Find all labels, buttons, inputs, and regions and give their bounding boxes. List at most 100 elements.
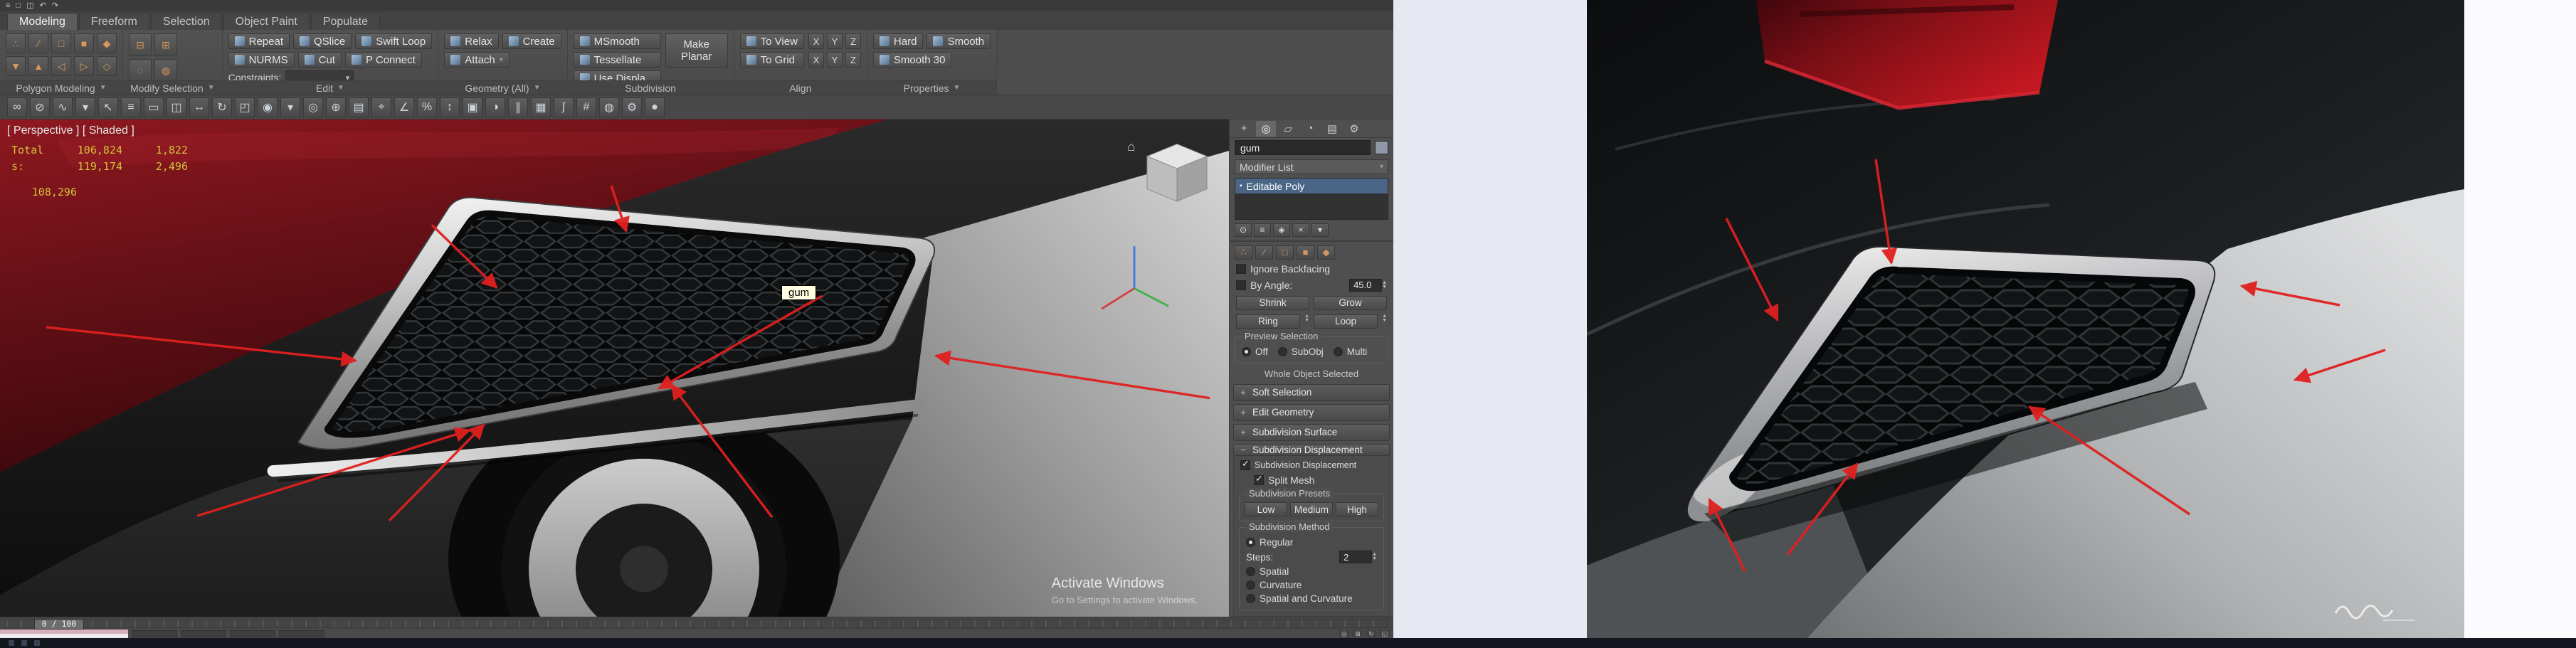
symmetry-tools-icon[interactable]: ◇ <box>97 56 117 76</box>
msmooth-button[interactable]: MSmooth <box>573 33 661 49</box>
orbit-icon[interactable]: ↻ <box>1366 630 1377 637</box>
method-spatial-radio[interactable] <box>1246 567 1255 576</box>
border-icon[interactable]: □ <box>1276 245 1294 260</box>
taskbar[interactable] <box>0 638 2576 648</box>
app-menu-icon[interactable]: ≡ <box>6 1 10 10</box>
swift-loop-button[interactable]: Swift Loop <box>355 33 433 49</box>
by-angle-spinner[interactable]: 45.0 ▲ ▼ <box>1349 278 1387 292</box>
method-spatial-curvature-radio[interactable] <box>1246 594 1255 603</box>
tab-populate[interactable]: Populate <box>310 13 380 30</box>
window-crossing-icon[interactable]: ◫ <box>167 97 186 117</box>
align-x2-button[interactable]: X <box>808 52 824 68</box>
reference-coordinate-icon[interactable]: ▾ <box>280 97 300 117</box>
select-and-rotate-icon[interactable]: ↻ <box>212 97 232 117</box>
collapse-stack-icon[interactable]: ◁ <box>51 56 71 76</box>
group-label-polygon-modeling[interactable]: Polygon Modeling ▼ <box>0 80 122 95</box>
display-tab-icon[interactable]: ▤ <box>1322 121 1342 137</box>
ring-spinner-icon[interactable]: ▲ ▼ <box>1304 314 1309 329</box>
preset-low-button[interactable]: Low <box>1245 502 1287 516</box>
use-pivot-center-icon[interactable]: ◎ <box>303 97 323 117</box>
polygon-icon[interactable]: ■ <box>1297 245 1314 260</box>
spinner-arrows-icon[interactable]: ▲ ▼ <box>1372 552 1377 561</box>
method-curvature-radio[interactable] <box>1246 580 1255 590</box>
viewcube[interactable] <box>1146 143 1208 202</box>
align-icon[interactable]: ∥ <box>508 97 528 117</box>
steps-spinner[interactable]: 2 ▲ ▼ <box>1339 551 1377 563</box>
use-displacement-button[interactable]: Use Displa... <box>573 70 661 80</box>
constraints-dropdown[interactable]: ▾ <box>285 70 354 80</box>
configure-sets-icon[interactable]: ▾ <box>1311 223 1329 237</box>
relax-button[interactable]: Relax <box>444 33 499 49</box>
render-icon[interactable]: ● <box>645 97 665 117</box>
split-mesh-checkbox[interactable] <box>1254 473 1264 485</box>
save-icon[interactable]: ◫ <box>26 1 33 10</box>
ring-button[interactable]: Ring <box>1236 314 1301 329</box>
unlink-selection-icon[interactable]: ⊘ <box>30 97 50 117</box>
utilities-tab-icon[interactable]: ⚙ <box>1344 121 1364 137</box>
scene-explorer-icon[interactable]: ▦ <box>531 97 551 117</box>
modifier-stack[interactable]: ▪ Editable Poly <box>1235 178 1388 220</box>
taskbar-item[interactable] <box>34 640 40 646</box>
group-label-align[interactable]: Align <box>734 80 867 95</box>
preview-multi-radio[interactable] <box>1333 346 1343 356</box>
polygon-mode-icon[interactable]: ■ <box>74 33 94 53</box>
select-and-link-icon[interactable]: ∞ <box>7 97 27 117</box>
align-z-button[interactable]: Z <box>845 33 861 49</box>
percent-snap-icon[interactable]: % <box>417 97 437 117</box>
element-icon[interactable]: ◆ <box>1317 245 1335 260</box>
element-mode-icon[interactable]: ◆ <box>97 33 117 53</box>
paint-connect-button[interactable]: P Connect <box>344 52 422 68</box>
select-by-name-icon[interactable]: ≡ <box>121 97 141 117</box>
edge-mode-icon[interactable]: ∕ <box>28 33 48 53</box>
named-selection-icon[interactable]: ▣ <box>463 97 482 117</box>
select-and-scale-icon[interactable]: ◰ <box>235 97 255 117</box>
redo-icon[interactable]: ↷ <box>52 1 58 10</box>
hard-button[interactable]: Hard <box>872 33 924 49</box>
vertex-icon[interactable]: ∴ <box>1235 245 1252 260</box>
new-file-icon[interactable]: □ <box>16 1 21 10</box>
select-and-move-icon[interactable]: ↔ <box>189 97 209 117</box>
loop-button[interactable]: Loop <box>1314 314 1378 329</box>
align-to-grid-button[interactable]: To Grid <box>739 52 804 68</box>
align-z2-button[interactable]: Z <box>845 52 861 68</box>
by-angle-checkbox[interactable] <box>1236 280 1246 290</box>
tab-modeling[interactable]: Modeling <box>7 13 78 30</box>
qslice-button[interactable]: QSlice <box>293 33 352 49</box>
timeline-track[interactable]: 0 / 100 <box>6 618 1388 630</box>
preset-high-button[interactable]: High <box>1336 502 1378 516</box>
coordinate-x-field[interactable] <box>181 630 226 637</box>
modify-tab-icon[interactable]: ◎ <box>1256 120 1276 137</box>
smooth-30-button[interactable]: Smooth 30 <box>872 52 952 68</box>
vertex-mode-icon[interactable]: ∴ <box>6 33 26 53</box>
create-button[interactable]: Create <box>502 33 561 49</box>
modifier-stack-item[interactable]: ▪ Editable Poly <box>1235 179 1388 193</box>
nurms-toggle-button[interactable]: NURMS <box>228 52 295 68</box>
border-mode-icon[interactable]: □ <box>51 33 71 53</box>
selection-filter-icon[interactable]: ▾ <box>75 97 95 117</box>
smooth-button[interactable]: Smooth <box>927 33 991 49</box>
undo-icon[interactable]: ↶ <box>39 1 46 10</box>
grow-button[interactable]: Grow <box>1314 295 1387 310</box>
rollout-header-subdivision-displacement[interactable]: − Subdivision Displacement <box>1233 443 1390 456</box>
make-planar-button[interactable]: Make Planar <box>665 33 728 68</box>
preset-medium-button[interactable]: Medium <box>1290 502 1333 516</box>
mirror-icon[interactable]: ◑ <box>485 97 505 117</box>
time-slider-handle[interactable]: 0 / 100 <box>33 618 85 630</box>
hierarchy-tab-icon[interactable]: ▱ <box>1278 121 1298 137</box>
generate-topology-icon[interactable]: ▷ <box>74 56 94 76</box>
select-and-place-icon[interactable]: ◉ <box>258 97 278 117</box>
preview-subobj-radio[interactable] <box>1277 346 1287 356</box>
taskbar-item[interactable] <box>21 640 27 646</box>
group-label-edit[interactable]: Edit ▼ <box>222 80 438 95</box>
taskbar-item[interactable] <box>9 640 14 646</box>
cut-button[interactable]: Cut <box>297 52 342 68</box>
align-x-button[interactable]: X <box>808 33 824 49</box>
coordinate-y-field[interactable] <box>230 630 275 637</box>
zoom-icon[interactable]: ◎ <box>1339 630 1350 637</box>
rollout-header[interactable]: + Soft Selection <box>1233 383 1390 401</box>
coordinate-z-field[interactable] <box>279 630 324 637</box>
pin-stack-icon[interactable]: ⊙ <box>1235 223 1252 237</box>
subdivision-displacement-checkbox[interactable] <box>1240 458 1250 470</box>
create-tab-icon[interactable]: + <box>1234 121 1254 137</box>
tab-freeform[interactable]: Freeform <box>78 13 149 30</box>
